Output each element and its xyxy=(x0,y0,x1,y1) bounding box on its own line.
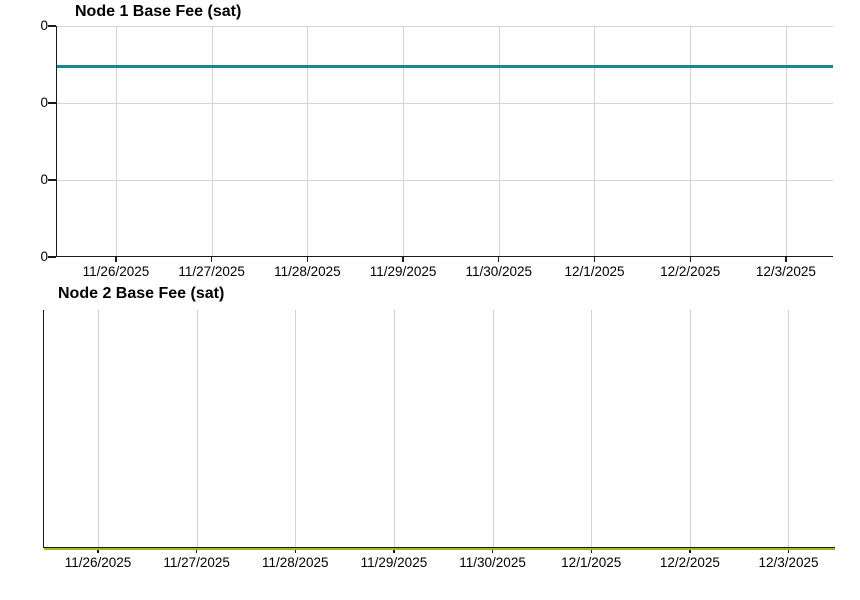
x-tick-label: 12/3/2025 xyxy=(758,555,819,570)
x-axis-tick xyxy=(306,257,309,262)
gridline-h xyxy=(57,180,833,181)
x-tick-label: 12/3/2025 xyxy=(755,264,816,279)
gridline-h xyxy=(57,103,833,104)
x-tick-label: 11/27/2025 xyxy=(163,555,230,570)
x-tick-label: 11/30/2025 xyxy=(459,555,526,570)
gridline-h xyxy=(57,26,833,27)
y-axis-tick xyxy=(47,256,56,258)
gridline-v xyxy=(788,310,790,548)
x-axis-tick xyxy=(115,257,117,262)
y-axis-tick xyxy=(47,102,56,104)
y-axis-line xyxy=(55,26,57,257)
x-tick-label: 12/2/2025 xyxy=(660,264,721,279)
x-tick-label: 11/28/2025 xyxy=(274,264,341,279)
y-axis-tick xyxy=(47,179,56,181)
x-tick-label: 11/30/2025 xyxy=(465,264,533,279)
gridline-v xyxy=(498,26,500,257)
gridline-v xyxy=(591,310,593,548)
chart-title: Node 1 Base Fee (sat) xyxy=(75,3,242,20)
gridline-v xyxy=(211,26,213,257)
plot-area: 11/26/2025 11/27/2025 11/28/2025 11/29/2025… xyxy=(42,310,835,570)
x-tick-label: 11/26/2025 xyxy=(64,555,132,570)
y-axis-tick xyxy=(47,25,56,27)
gridline-v xyxy=(307,26,309,257)
y-tick-label: 0 xyxy=(40,172,48,187)
gridline-v xyxy=(594,26,596,257)
x-tick-label: 11/29/2025 xyxy=(369,264,437,279)
x-tick-label: 11/28/2025 xyxy=(262,555,329,570)
x-axis-tick xyxy=(498,257,500,262)
x-tick-label: 11/27/2025 xyxy=(178,264,245,279)
x-axis-tick xyxy=(402,257,404,262)
gridline-v xyxy=(492,310,494,548)
x-axis-line xyxy=(55,255,833,257)
gridline-v xyxy=(403,26,405,257)
x-tick-label: 12/1/2025 xyxy=(564,264,625,279)
series-line-node2 xyxy=(44,548,835,551)
series-line-node1 xyxy=(57,65,833,68)
gridline-v xyxy=(196,310,198,548)
plot-area: 11/26/2025 11/27/2025 11/28/2025 11/29/2025… xyxy=(40,18,833,279)
y-tick-label: 0 xyxy=(40,95,48,110)
x-axis-tick xyxy=(593,257,596,262)
chart-title: Node 2 Base Fee (sat) xyxy=(58,285,225,302)
x-tick-label: 12/2/2025 xyxy=(659,555,720,570)
gridline-v xyxy=(98,310,100,548)
gridline-v xyxy=(393,310,395,548)
x-tick-label: 11/29/2025 xyxy=(360,555,428,570)
x-tick-label: 12/1/2025 xyxy=(561,555,622,570)
y-axis-line xyxy=(42,310,44,548)
gridline-v xyxy=(115,26,117,257)
x-axis-tick xyxy=(785,257,787,262)
x-tick-label: 11/26/2025 xyxy=(82,264,150,279)
gridline-v xyxy=(295,310,297,548)
x-axis-tick xyxy=(689,257,691,262)
gridline-v xyxy=(690,26,692,257)
y-tick-label: 0 xyxy=(40,18,48,33)
x-axis-tick xyxy=(210,257,213,262)
gridline-v xyxy=(785,26,787,257)
gridline-v xyxy=(689,310,691,548)
y-tick-label: 0 xyxy=(40,249,48,264)
